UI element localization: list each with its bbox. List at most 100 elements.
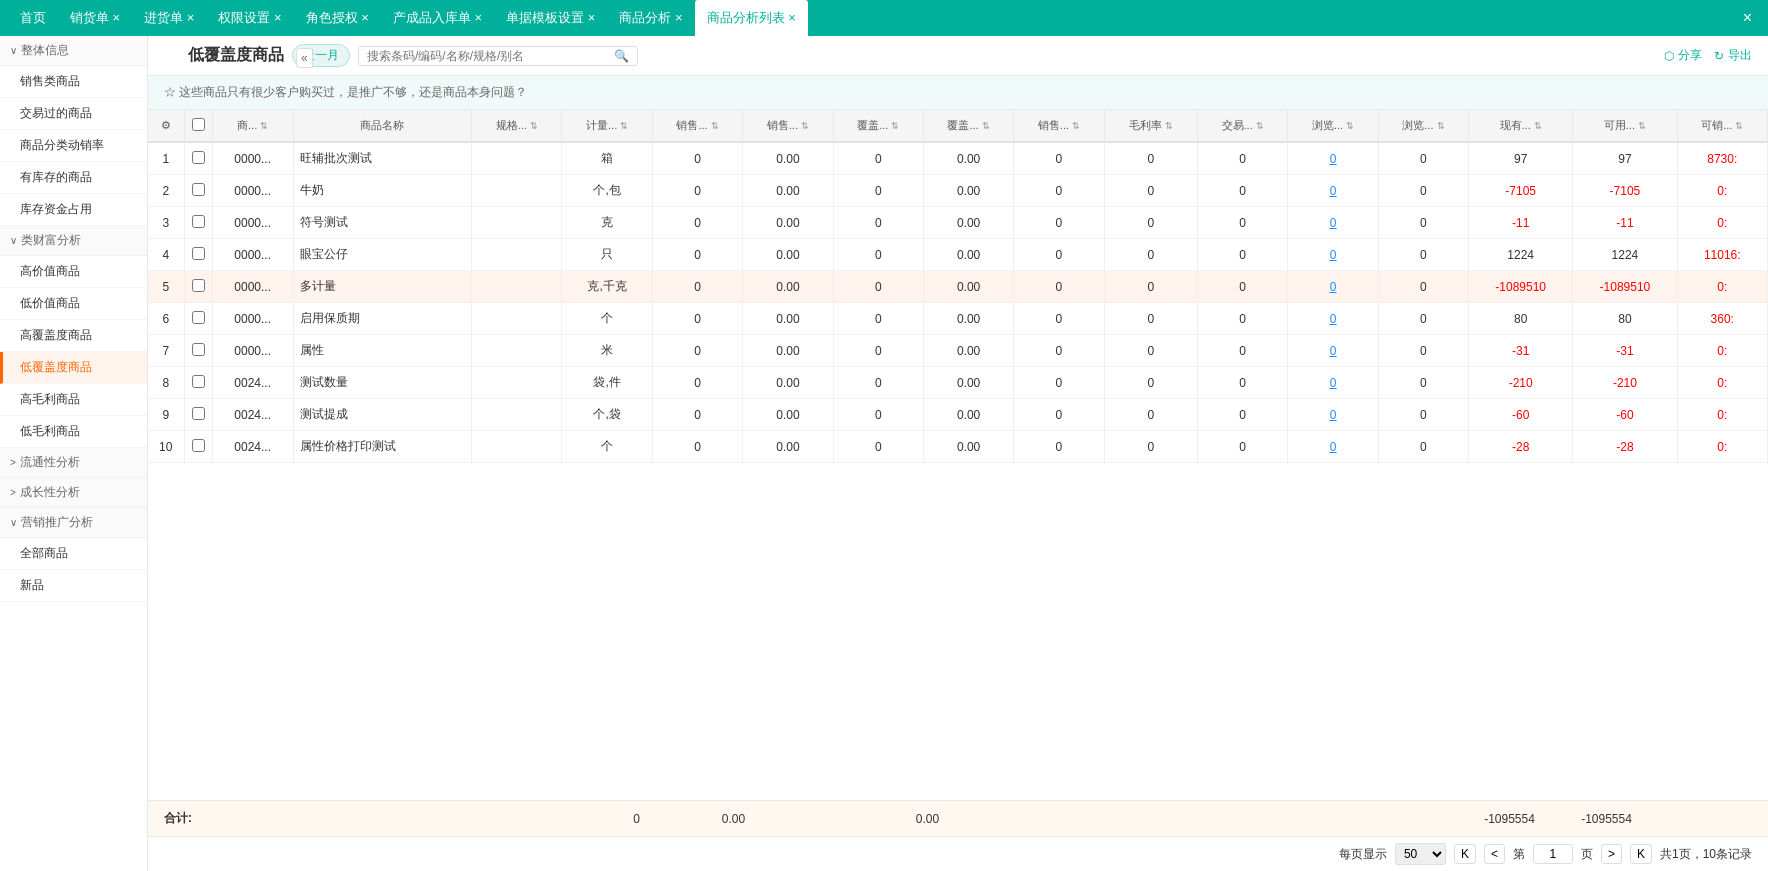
- sidebar-item-stocked-goods[interactable]: 有库存的商品: [0, 162, 147, 194]
- row-browse2: 0: [1378, 303, 1468, 335]
- share-button[interactable]: ⬡ 分享: [1664, 47, 1702, 64]
- row-trade: 0: [1197, 335, 1287, 367]
- col-current[interactable]: 现有... ⇅: [1469, 110, 1573, 142]
- sidebar-section-overall[interactable]: ∨ 整体信息: [0, 36, 147, 66]
- sidebar-item-low-margin[interactable]: 低毛利商品: [0, 416, 147, 448]
- row-checkbox[interactable]: [192, 343, 205, 356]
- row-current: 80: [1469, 303, 1573, 335]
- sidebar-item-low-coverage[interactable]: 低覆盖度商品: [0, 352, 147, 384]
- sidebar-collapse-button[interactable]: «: [296, 48, 313, 68]
- sidebar-item-low-value[interactable]: 低价值商品: [0, 288, 147, 320]
- table-row: 6 0000... 启用保质期 个 0 0.00 0 0.00 0 0 0 0 …: [148, 303, 1768, 335]
- row-browse1[interactable]: 0: [1288, 207, 1378, 239]
- row-num: 5: [148, 271, 184, 303]
- sidebar-item-sales-goods[interactable]: 销售类商品: [0, 66, 147, 98]
- nav-home[interactable]: 首页: [8, 0, 58, 36]
- row-browse1[interactable]: 0: [1288, 431, 1378, 463]
- row-browse1[interactable]: 0: [1288, 367, 1378, 399]
- col-available[interactable]: 可用... ⇅: [1573, 110, 1677, 142]
- row-sales-amt: 0.00: [743, 431, 833, 463]
- row-spec: [472, 271, 562, 303]
- row-checkbox[interactable]: [192, 279, 205, 292]
- sidebar-section-marketing[interactable]: ∨ 营销推广分析: [0, 508, 147, 538]
- col-unit[interactable]: 计量... ⇅: [562, 110, 652, 142]
- col-browse2[interactable]: 浏览... ⇅: [1378, 110, 1468, 142]
- row-gross-rate: 0: [1104, 271, 1197, 303]
- row-sales-qty: 0: [652, 367, 742, 399]
- col-name[interactable]: 商品名称: [293, 110, 471, 142]
- close-window-button[interactable]: ×: [1735, 9, 1760, 27]
- row-checkbox[interactable]: [192, 247, 205, 260]
- content-header: 低覆盖度商品 近一月 🔍 ⬡ 分享 ↻ 导出: [148, 36, 1768, 76]
- search-input[interactable]: [367, 49, 614, 63]
- footer-spacer5: [782, 812, 879, 826]
- sidebar-section-liquidity[interactable]: > 流通性分析: [0, 448, 147, 478]
- col-cover2[interactable]: 覆盖... ⇅: [923, 110, 1013, 142]
- sidebar-item-new-goods[interactable]: 新品: [0, 570, 147, 602]
- col-settings[interactable]: ⚙: [148, 110, 184, 142]
- footer-cover2: 0.00: [879, 812, 976, 826]
- nav-purchase[interactable]: 进货单 ×: [132, 0, 206, 36]
- last-page-button[interactable]: K: [1630, 844, 1652, 864]
- current-page-input[interactable]: [1533, 844, 1573, 864]
- sidebar-section-growth[interactable]: > 成长性分析: [0, 478, 147, 508]
- row-browse1[interactable]: 0: [1288, 399, 1378, 431]
- nav-sales[interactable]: 销货单 ×: [58, 0, 132, 36]
- col-trade[interactable]: 交易... ⇅: [1197, 110, 1287, 142]
- sidebar-item-traded-goods[interactable]: 交易过的商品: [0, 98, 147, 130]
- main-layout: ∨ 整体信息 销售类商品 交易过的商品 商品分类动销率 有库存的商品 库存资金占…: [0, 36, 1768, 871]
- col-sellable[interactable]: 可销... ⇅: [1677, 110, 1767, 142]
- col-sales3[interactable]: 销售... ⇅: [1014, 110, 1104, 142]
- nav-products[interactable]: 产成品入库单 ×: [381, 0, 494, 36]
- nav-analysis[interactable]: 商品分析 ×: [607, 0, 694, 36]
- col-code[interactable]: 商... ⇅: [212, 110, 293, 142]
- sidebar-item-high-coverage[interactable]: 高覆盖度商品: [0, 320, 147, 352]
- sidebar-item-category-rate[interactable]: 商品分类动销率: [0, 130, 147, 162]
- col-browse1[interactable]: 浏览... ⇅: [1288, 110, 1378, 142]
- row-browse1[interactable]: 0: [1288, 175, 1378, 207]
- sidebar-item-high-margin[interactable]: 高毛利商品: [0, 384, 147, 416]
- row-num: 2: [148, 175, 184, 207]
- col-sales-qty[interactable]: 销售... ⇅: [652, 110, 742, 142]
- row-checkbox[interactable]: [192, 151, 205, 164]
- table-row: 1 0000... 旺辅批次测试 箱 0 0.00 0 0.00 0 0 0 0…: [148, 142, 1768, 175]
- row-checkbox[interactable]: [192, 215, 205, 228]
- sidebar-section-wealth[interactable]: ∨ 类财富分析: [0, 226, 147, 256]
- row-browse1[interactable]: 0: [1288, 303, 1378, 335]
- search-box: 🔍: [358, 46, 638, 66]
- prev-page-button[interactable]: <: [1484, 844, 1505, 864]
- row-checkbox[interactable]: [192, 407, 205, 420]
- per-page-select[interactable]: 50 100 200: [1395, 843, 1446, 865]
- col-gross-rate[interactable]: 毛利率 ⇅: [1104, 110, 1197, 142]
- row-code: 0000...: [212, 207, 293, 239]
- row-cover2: 0.00: [923, 175, 1013, 207]
- row-checkbox[interactable]: [192, 439, 205, 452]
- row-checkbox[interactable]: [192, 311, 205, 324]
- sidebar-item-capital[interactable]: 库存资金占用: [0, 194, 147, 226]
- next-page-button[interactable]: >: [1601, 844, 1622, 864]
- content-area: « 低覆盖度商品 近一月 🔍 ⬡ 分享 ↻ 导出 ☆ 这些商品只有: [148, 36, 1768, 871]
- nav-template[interactable]: 单据模板设置 ×: [494, 0, 607, 36]
- footer-spacer4: [491, 812, 588, 826]
- row-browse1[interactable]: 0: [1288, 142, 1378, 175]
- export-button[interactable]: ↻ 导出: [1714, 47, 1752, 64]
- col-spec[interactable]: 规格... ⇅: [472, 110, 562, 142]
- first-page-button[interactable]: K: [1454, 844, 1476, 864]
- sidebar-item-all-goods[interactable]: 全部商品: [0, 538, 147, 570]
- row-unit: 个: [562, 303, 652, 335]
- select-all-checkbox[interactable]: [192, 118, 205, 131]
- row-browse1[interactable]: 0: [1288, 239, 1378, 271]
- nav-roles[interactable]: 角色授权 ×: [294, 0, 381, 36]
- row-checkbox[interactable]: [192, 183, 205, 196]
- row-browse1[interactable]: 0: [1288, 271, 1378, 303]
- row-sales-amt: 0.00: [743, 303, 833, 335]
- row-browse1[interactable]: 0: [1288, 335, 1378, 367]
- nav-permissions[interactable]: 权限设置 ×: [206, 0, 293, 36]
- row-checkbox-cell: [184, 271, 212, 303]
- row-checkbox[interactable]: [192, 375, 205, 388]
- col-sales-amt[interactable]: 销售... ⇅: [743, 110, 833, 142]
- col-cover1[interactable]: 覆盖... ⇅: [833, 110, 923, 142]
- nav-analysis-list[interactable]: 商品分析列表 ×: [695, 0, 808, 36]
- row-code: 0024...: [212, 431, 293, 463]
- sidebar-item-high-value[interactable]: 高价值商品: [0, 256, 147, 288]
